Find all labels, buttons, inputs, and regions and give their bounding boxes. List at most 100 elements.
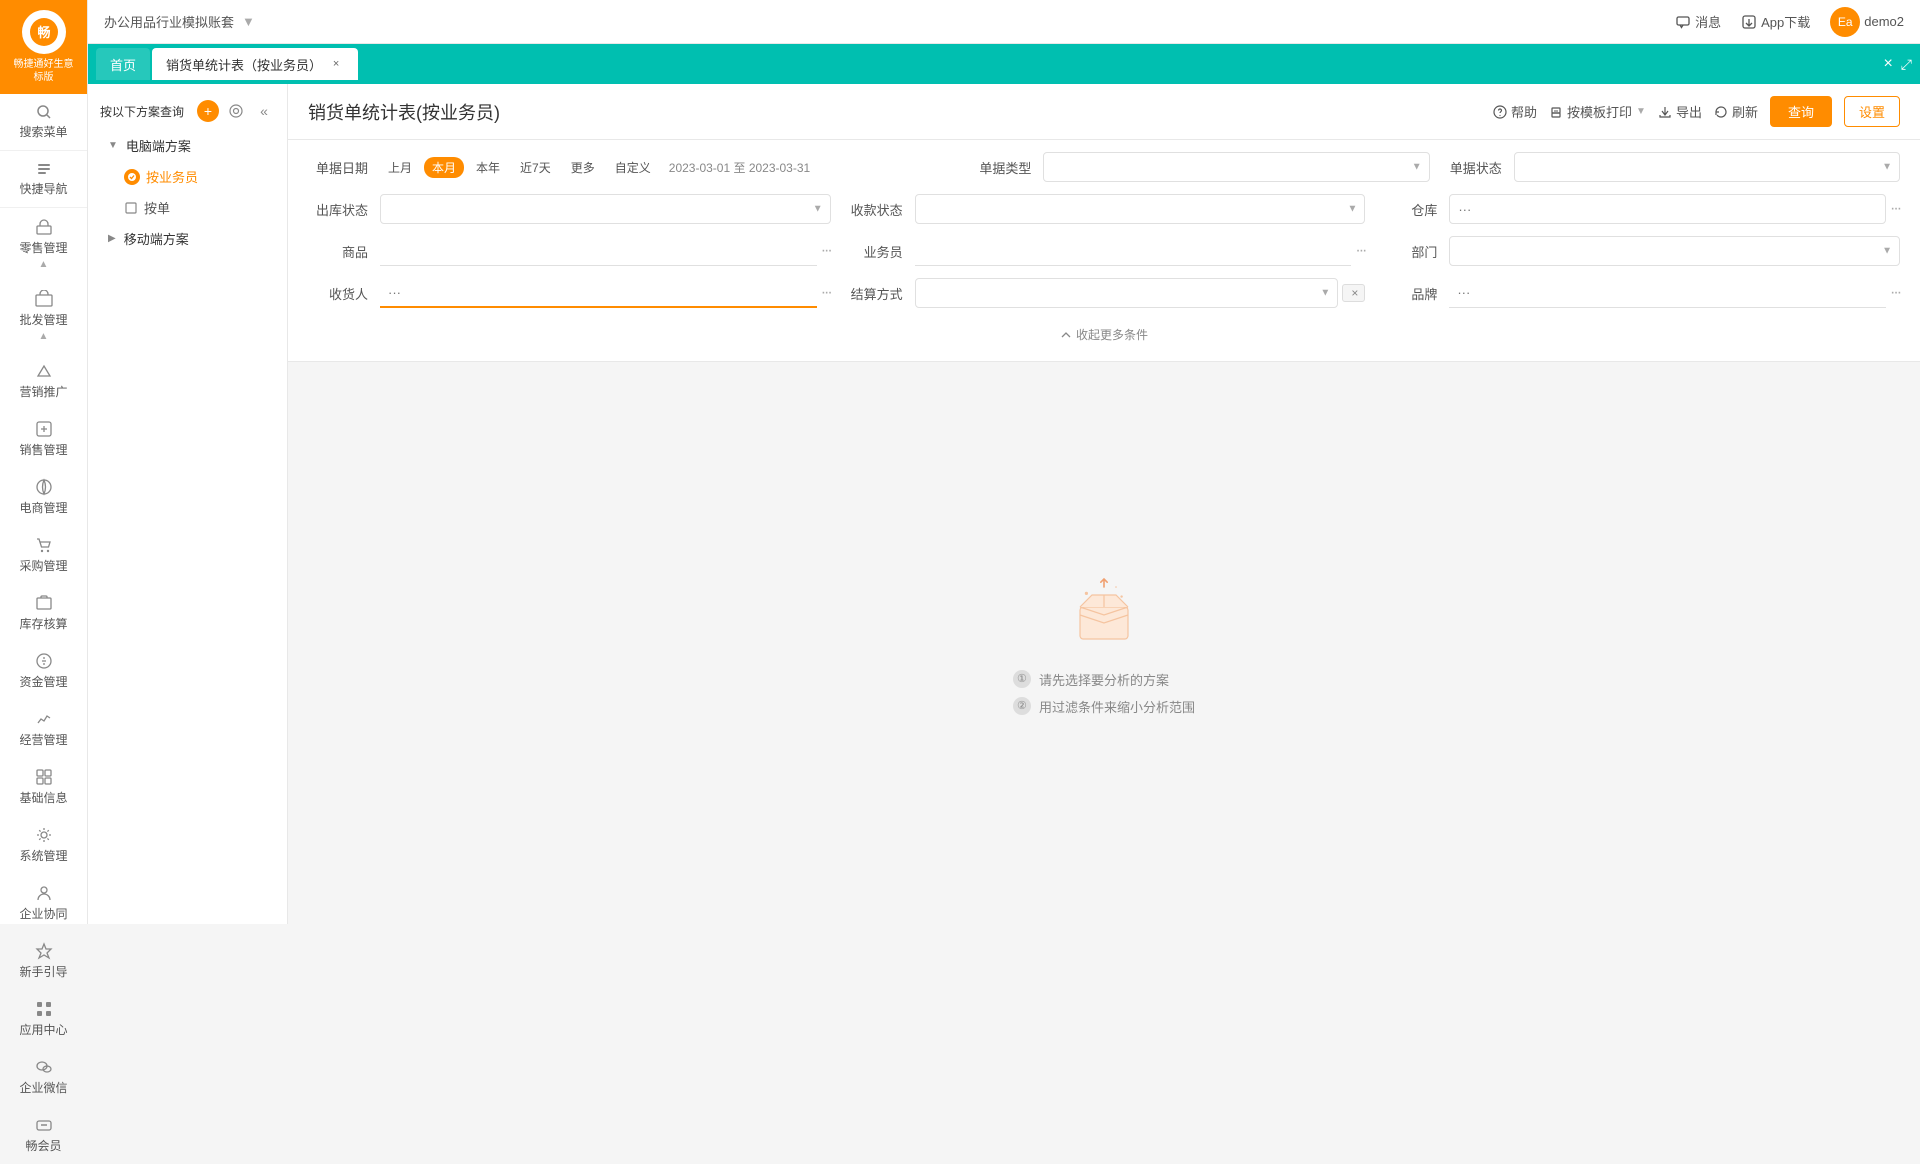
- sidebar-item-inventory[interactable]: 库存核算: [0, 584, 87, 642]
- message-btn[interactable]: 消息: [1675, 12, 1721, 31]
- sidebar-item-apps[interactable]: 应用中心: [0, 990, 87, 1048]
- collapse-panel-btn[interactable]: «: [253, 100, 275, 122]
- date-tab-this-month[interactable]: 本月: [424, 157, 464, 178]
- tree-toggle-pc: ▼: [108, 140, 118, 151]
- breadcrumb-text: 办公用品行业模拟账套: [104, 12, 234, 31]
- settlement-select[interactable]: [915, 278, 1339, 308]
- left-panel-actions: + «: [197, 100, 275, 122]
- search-menu[interactable]: 搜索菜单: [0, 94, 87, 151]
- date-label: 单据日期: [308, 158, 368, 177]
- help-btn[interactable]: 帮助: [1493, 102, 1537, 121]
- sidebar-item-enterprise-label: 企业协同: [19, 905, 67, 922]
- sidebar-item-operations[interactable]: 经营管理: [0, 700, 87, 758]
- message-icon: [1675, 14, 1691, 30]
- empty-tips: ① 请先选择要分析的方案 ② 用过滤条件来缩小分析范围: [1013, 670, 1195, 716]
- app-download-label: App下载: [1761, 12, 1810, 31]
- message-label: 消息: [1695, 12, 1721, 31]
- template-print-btn[interactable]: 按模板打印 ▼: [1549, 102, 1646, 121]
- breadcrumb-arrow-icon[interactable]: ▼: [242, 14, 255, 29]
- sidebar-item-ecommerce[interactable]: 电商管理: [0, 468, 87, 526]
- sidebar-item-finance[interactable]: 资金管理: [0, 642, 87, 700]
- sidebar-item-marketing[interactable]: 营销推广: [0, 352, 87, 410]
- tab-sales-report[interactable]: 销货单统计表（按业务员） ×: [152, 48, 358, 80]
- doc-status-select[interactable]: [1514, 152, 1900, 182]
- department-wrap: [1449, 236, 1900, 266]
- sidebar-item-purchase[interactable]: 采购管理: [0, 526, 87, 584]
- consignee-input[interactable]: [380, 278, 817, 308]
- tree-item-pc[interactable]: ▼ 电脑端方案: [88, 130, 287, 161]
- date-tab-this-year[interactable]: 本年: [468, 157, 508, 178]
- sidebar-item-member-label: 畅会员: [25, 1137, 61, 1154]
- sidebar-item-member[interactable]: 畅会员: [0, 1106, 87, 1164]
- maximize-btn[interactable]: ⤢: [1901, 55, 1912, 73]
- sidebar-item-enterprise[interactable]: 企业协同: [0, 874, 87, 932]
- warehouse-control: ···: [1449, 194, 1900, 224]
- template-print-arrow: ▼: [1636, 106, 1646, 117]
- date-tab-last-7[interactable]: 近7天: [512, 157, 559, 178]
- consignee-dots-btn[interactable]: ···: [821, 284, 831, 302]
- department-select[interactable]: [1449, 236, 1900, 266]
- order-icon: [124, 201, 138, 215]
- empty-icon: [1064, 571, 1144, 654]
- sidebar-item-basic[interactable]: 基础信息: [0, 758, 87, 816]
- logo-text: 畅捷通好生意 标版: [14, 58, 74, 84]
- warehouse-label: 仓库: [1377, 200, 1437, 219]
- tree-sub-item-order[interactable]: 按单: [88, 192, 287, 223]
- tree-item-mobile[interactable]: ▶ 移动端方案: [88, 223, 287, 254]
- doc-status-label: 单据状态: [1442, 158, 1502, 177]
- export-btn[interactable]: 导出: [1658, 102, 1702, 121]
- add-scheme-btn[interactable]: +: [197, 100, 219, 122]
- export-icon: [1658, 105, 1672, 119]
- receipt-status-select[interactable]: [915, 194, 1366, 224]
- product-dots-btn[interactable]: ···: [821, 242, 831, 260]
- download-icon: [1741, 14, 1757, 30]
- date-tab-last-month[interactable]: 上月: [380, 157, 420, 178]
- sidebar-item-wechat[interactable]: 企业微信: [0, 1048, 87, 1106]
- date-range: 2023-03-01 至 2023-03-31: [669, 159, 810, 176]
- shortcut-nav[interactable]: 快捷导航: [0, 151, 87, 208]
- content-area: 按以下方案查询 + « ▼ 电脑端方案 按业务员: [88, 84, 1920, 924]
- out-status-label: 出库状态: [308, 200, 368, 219]
- sidebar-item-wholesale-label: 批发管理: [19, 311, 67, 328]
- settings-btn[interactable]: 设置: [1844, 96, 1900, 127]
- brand-input[interactable]: [1449, 278, 1886, 308]
- edit-scheme-btn[interactable]: [225, 100, 247, 122]
- sidebar-item-apps-label: 应用中心: [19, 1021, 67, 1038]
- user-profile[interactable]: Ea demo2: [1830, 7, 1904, 37]
- right-panel: 销货单统计表(按业务员) 帮助 按模板打印 ▼ 导出: [288, 84, 1920, 924]
- sidebar-item-system[interactable]: 系统管理: [0, 816, 87, 874]
- close-all-tabs-btn[interactable]: ×: [1883, 55, 1892, 73]
- warehouse-dots-btn[interactable]: ···: [1890, 200, 1900, 218]
- settlement-tag-x[interactable]: ×: [1351, 286, 1358, 300]
- template-print-label: 按模板打印: [1567, 102, 1632, 121]
- tab-home[interactable]: 首页: [96, 48, 150, 80]
- sidebar-item-marketing-label: 营销推广: [19, 383, 67, 400]
- sidebar-item-wholesale[interactable]: 批发管理 ▲: [0, 280, 87, 352]
- salesperson-dots-btn[interactable]: ···: [1355, 242, 1365, 260]
- salesperson-input[interactable]: [915, 236, 1352, 266]
- sidebar-item-newbie-label: 新手引导: [19, 963, 67, 980]
- avatar-initials: Ea: [1838, 15, 1853, 29]
- consignee-control: ···: [380, 278, 831, 308]
- header-breadcrumb-area: 办公用品行业模拟账套 ▼: [104, 12, 255, 31]
- warehouse-input[interactable]: [1449, 194, 1886, 224]
- product-input[interactable]: [380, 236, 817, 266]
- refresh-btn[interactable]: 刷新: [1714, 102, 1758, 121]
- sidebar-item-retail-label: 零售管理: [19, 239, 67, 256]
- date-tab-more[interactable]: 更多: [563, 157, 603, 178]
- brand-dots-btn[interactable]: ···: [1890, 284, 1900, 302]
- tab-close-icon[interactable]: ×: [328, 56, 344, 72]
- doc-type-select[interactable]: [1043, 152, 1429, 182]
- sidebar-item-newbie[interactable]: 新手引导: [0, 932, 87, 990]
- collapse-conditions-btn[interactable]: 收起更多条件: [1054, 320, 1154, 349]
- app-download-btn[interactable]: App下载: [1741, 12, 1810, 31]
- sidebar-item-sales[interactable]: 销售管理: [0, 410, 87, 468]
- sidebar-item-retail[interactable]: 零售管理 ▲: [0, 208, 87, 280]
- sidebar-item-inventory-label: 库存核算: [19, 615, 67, 632]
- out-status-select[interactable]: [380, 194, 831, 224]
- query-btn[interactable]: 查询: [1770, 96, 1832, 127]
- date-tab-custom[interactable]: 自定义: [607, 157, 659, 178]
- tree-sub-item-salesperson[interactable]: 按业务员: [88, 161, 287, 192]
- tip-num-1: ①: [1013, 670, 1031, 688]
- svg-text:畅: 畅: [37, 25, 50, 40]
